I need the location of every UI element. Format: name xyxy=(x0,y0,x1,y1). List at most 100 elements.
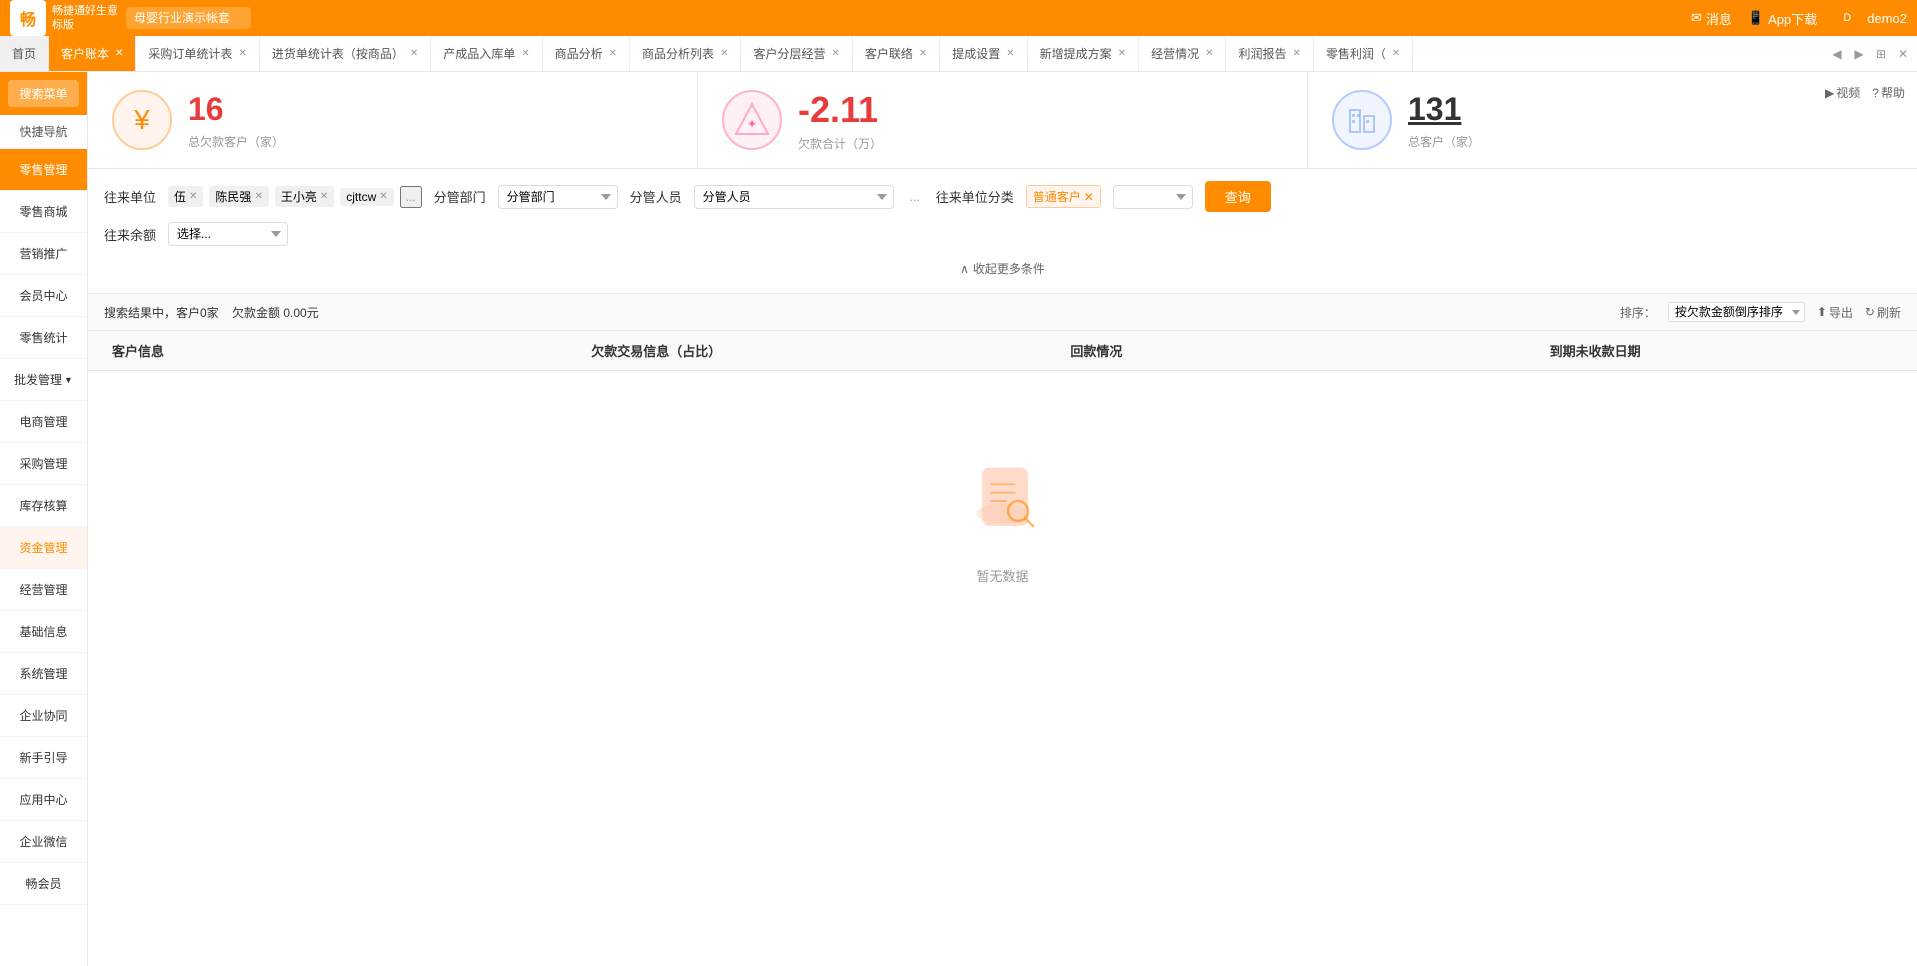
category-filter-label: 往来单位分类 xyxy=(936,187,1014,206)
tab-prev-btn[interactable]: ◀ xyxy=(1827,44,1847,64)
tab-product-analysis[interactable]: 商品分析 ✕ xyxy=(543,36,630,72)
sidebar-item-app-center[interactable]: 应用中心 xyxy=(0,779,87,821)
unit-filter-label: 往来单位 xyxy=(104,187,156,206)
unit-tag-chen-close[interactable]: ✕ xyxy=(254,191,262,202)
video-link[interactable]: ▶ 视频 xyxy=(1825,84,1860,101)
message-btn[interactable]: ✉ 消息 xyxy=(1691,9,1732,28)
dept-select[interactable]: 分管部门 xyxy=(498,185,618,209)
unit-tag-cjttcw-close[interactable]: ✕ xyxy=(379,191,387,202)
tab-close-product-analysis-list[interactable]: ✕ xyxy=(720,48,728,59)
sidebar-item-system-mgmt[interactable]: 系统管理 xyxy=(0,653,87,695)
tab-controls: ◀ ▶ ⊞ ✕ xyxy=(1823,44,1917,64)
remainder-filter-label: 往来余额 xyxy=(104,225,156,244)
tab-expand-btn[interactable]: ⊞ xyxy=(1871,44,1891,64)
tab-cost-instock[interactable]: 产成品入库单 ✕ xyxy=(431,36,542,72)
stat-label-total: 总客户（家） xyxy=(1408,133,1480,150)
help-icon: ? xyxy=(1872,86,1879,100)
table-header: 客户信息 欠款交易信息（占比） 回款情况 到期未收款日期 xyxy=(88,331,1917,371)
stat-info-total: 131 总客户（家） xyxy=(1408,90,1480,149)
tab-close-retail-profit[interactable]: ✕ xyxy=(1392,48,1400,59)
tab-retail-profit[interactable]: 零售利润（ ✕ xyxy=(1314,36,1413,72)
sidebar-item-operations-mgmt[interactable]: 经营管理 xyxy=(0,569,87,611)
tab-operations[interactable]: 经营情况 ✕ xyxy=(1139,36,1226,72)
help-link[interactable]: ? 帮助 xyxy=(1872,84,1905,101)
stat-value-debtors: 16 xyxy=(188,90,284,128)
tab-close-purchase-orders[interactable]: ✕ xyxy=(238,48,246,59)
tab-customer-segment[interactable]: 客户分层经营 ✕ xyxy=(741,36,852,72)
result-info: 搜索结果中，客户0家 欠款金额 0.00元 xyxy=(104,304,319,321)
sidebar-item-retail-mall[interactable]: 零售商城 xyxy=(0,191,87,233)
tab-customer-contact[interactable]: 客户联络 ✕ xyxy=(853,36,940,72)
stat-info-debtors: 16 总欠款客户（家） xyxy=(188,90,284,149)
tab-commission-settings[interactable]: 提成设置 ✕ xyxy=(940,36,1027,72)
sidebar-item-plus-member[interactable]: 畅会员 xyxy=(0,863,87,905)
user-menu[interactable]: D demo2 xyxy=(1833,4,1907,32)
tab-close-cost-instock[interactable]: ✕ xyxy=(521,48,529,59)
sidebar-item-wholesale[interactable]: 批发管理 ▼ xyxy=(0,359,87,401)
tab-close-product-analysis[interactable]: ✕ xyxy=(609,48,617,59)
top-bar-left: 畅 畅捷通好生意 标版 母婴行业演示帐套 xyxy=(10,0,251,36)
play-icon: ▶ xyxy=(1825,86,1834,100)
tab-next-btn[interactable]: ▶ xyxy=(1849,44,1869,64)
col-due-date: 到期未收款日期 xyxy=(1542,341,1901,360)
stat-card-total: 131 总客户（家） ▶ 视频 ? 帮助 xyxy=(1308,72,1917,168)
tab-stock-stats[interactable]: 进货单统计表（按商品） ✕ xyxy=(260,36,431,72)
tab-product-analysis-list[interactable]: 商品分析列表 ✕ xyxy=(630,36,741,72)
collapse-filter-btn[interactable]: ∧ 收起更多条件 xyxy=(104,256,1901,281)
tab-purchase-orders[interactable]: 采购订单统计表 ✕ xyxy=(136,36,259,72)
stats-header: ¥ 16 总欠款客户（家） ✦ -2.11 欠款合计（万） xyxy=(88,72,1917,169)
unit-more-btn[interactable]: ... xyxy=(400,186,422,208)
sidebar-item-retail[interactable]: 零售管理 xyxy=(0,149,87,191)
sidebar-item-enterprise-wechat[interactable]: 企业微信 xyxy=(0,821,87,863)
tab-profit-report[interactable]: 利润报告 ✕ xyxy=(1226,36,1313,72)
sidebar-quick-nav[interactable]: 快捷导航 xyxy=(0,115,87,149)
sidebar-search-btn[interactable]: 搜索菜单 xyxy=(8,80,79,107)
category-tag-close[interactable]: ✕ xyxy=(1084,190,1094,204)
filter-area: 往来单位 伍 ✕ 陈民强 ✕ 王小亮 ✕ cjttcw xyxy=(88,169,1917,294)
refresh-btn[interactable]: ↻ 刷新 xyxy=(1865,304,1901,321)
unit-tag-wang-close[interactable]: ✕ xyxy=(320,191,328,202)
chevron-up-icon: ∧ xyxy=(960,262,969,276)
sidebar-item-base-info[interactable]: 基础信息 xyxy=(0,611,87,653)
unit-tag-wu-close[interactable]: ✕ xyxy=(189,191,197,202)
sidebar-item-capital[interactable]: 资金管理 xyxy=(0,527,87,569)
tab-close-new-commission[interactable]: ✕ xyxy=(1118,48,1126,59)
remainder-select[interactable]: 选择... xyxy=(168,222,288,246)
sidebar-item-enterprise-coop[interactable]: 企业协同 xyxy=(0,695,87,737)
top-bar-right: ✉ 消息 📱 App下载 D demo2 xyxy=(1691,4,1907,32)
sidebar-item-purchase[interactable]: 采购管理 xyxy=(0,443,87,485)
account-selector[interactable]: 母婴行业演示帐套 xyxy=(126,7,251,29)
app-download-btn[interactable]: 📱 App下载 xyxy=(1748,9,1817,28)
person-more-btn[interactable]: ... xyxy=(906,188,924,206)
category-select[interactable] xyxy=(1113,185,1193,209)
tab-close-stock-stats[interactable]: ✕ xyxy=(410,48,418,59)
stat-value-total: 131 xyxy=(1408,90,1480,128)
tab-home[interactable]: 首页 xyxy=(0,36,49,72)
tab-close-operations[interactable]: ✕ xyxy=(1205,48,1213,59)
category-tags: 普通客户 ✕ xyxy=(1026,185,1101,208)
col-debt-info: 欠款交易信息（占比） xyxy=(583,341,1062,360)
sidebar-item-inventory[interactable]: 库存核算 xyxy=(0,485,87,527)
tab-bar: 首页 客户账本 ✕ 采购订单统计表 ✕ 进货单统计表（按商品） ✕ 产成品入库单… xyxy=(0,36,1917,72)
tab-close-all-btn[interactable]: ✕ xyxy=(1893,44,1913,64)
sidebar-item-member-center[interactable]: 会员中心 xyxy=(0,275,87,317)
tab-close-commission-settings[interactable]: ✕ xyxy=(1006,48,1014,59)
export-btn[interactable]: ⬆ 导出 xyxy=(1817,304,1853,321)
sidebar-item-ecommerce[interactable]: 电商管理 xyxy=(0,401,87,443)
tab-customer-accounts[interactable]: 客户账本 ✕ xyxy=(49,36,136,72)
query-button[interactable]: 查询 xyxy=(1205,181,1271,212)
tab-close-customer-accounts[interactable]: ✕ xyxy=(115,48,123,59)
svg-text:✦: ✦ xyxy=(747,117,757,131)
tab-close-customer-contact[interactable]: ✕ xyxy=(919,48,927,59)
sidebar-item-retail-stats[interactable]: 零售统计 xyxy=(0,317,87,359)
logo-text: 畅捷通好生意 标版 xyxy=(52,4,118,33)
tab-close-customer-segment[interactable]: ✕ xyxy=(831,48,839,59)
person-select[interactable]: 分管人员 xyxy=(694,185,894,209)
sort-select[interactable]: 按欠款金额倒序排序 xyxy=(1668,302,1805,322)
sidebar-item-marketing[interactable]: 营销推广 xyxy=(0,233,87,275)
sidebar-item-new-guide[interactable]: 新手引导 xyxy=(0,737,87,779)
stat-label-debtors: 总欠款客户（家） xyxy=(188,133,284,150)
tab-new-commission[interactable]: 新增提成方案 ✕ xyxy=(1028,36,1139,72)
stat-card-amount: ✦ -2.11 欠款合计（万） xyxy=(698,72,1308,168)
tab-close-profit-report[interactable]: ✕ xyxy=(1293,48,1301,59)
